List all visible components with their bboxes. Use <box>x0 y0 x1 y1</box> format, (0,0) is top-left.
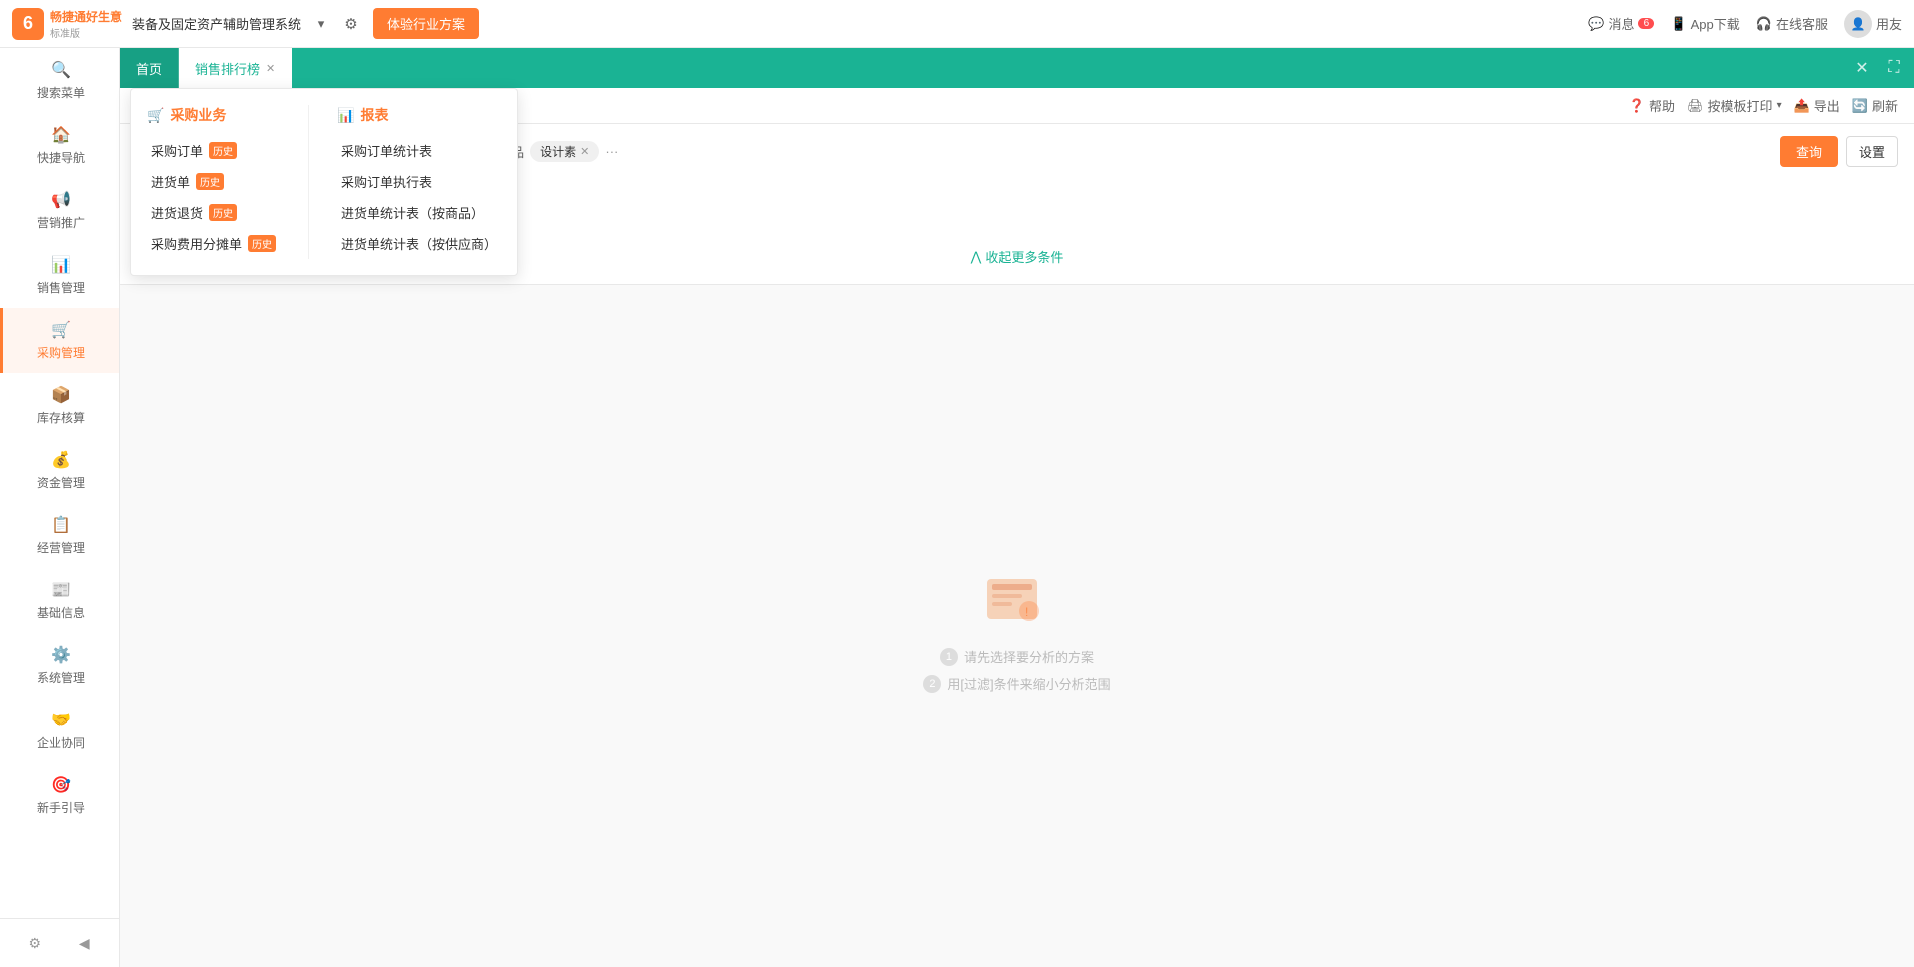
history-badge-0: 历史 <box>209 142 237 159</box>
sidebar: 🔍 搜索菜单 🏠 快捷导航 📢 营销推广 📊 销售管理 🛒 采购管理 📦 库存核… <box>0 48 120 967</box>
industry-btn[interactable]: 体验行业方案 <box>373 8 479 39</box>
marketing-icon: 📢 <box>51 190 71 210</box>
footer-collapse-btn[interactable]: ◀ <box>70 929 98 957</box>
empty-state: ! 1 请先选择要分析的方案 2 用[过滤]条件来缩小分析范围 <box>923 559 1110 693</box>
sidebar-item-marketing[interactable]: 📢 营销推广 <box>0 178 119 243</box>
dropdown-item-inbound-stats-goods[interactable]: 进货单统计表（按商品） <box>337 197 501 228</box>
svg-text:!: ! <box>1025 605 1028 619</box>
goods-tag: 设计素 ✕ <box>530 141 599 162</box>
print-btn[interactable]: 🖨 按模板打印 ▾ <box>1687 96 1782 115</box>
sales-icon: 📊 <box>51 255 71 275</box>
help-btn[interactable]: ❓ 帮助 <box>1629 96 1675 115</box>
header-right: 💬 消息 6 📱 App下载 🎧 在线客服 👤 用友 <box>1588 10 1902 38</box>
message-btn[interactable]: 💬 消息 6 <box>1588 14 1654 33</box>
history-badge-2: 历史 <box>209 204 237 221</box>
collab-icon: 🤝 <box>51 710 71 730</box>
goods-tag-close[interactable]: ✕ <box>580 145 589 158</box>
operation-icon: 📋 <box>51 515 71 535</box>
settings-icon[interactable]: ⚙ <box>337 10 365 38</box>
online-service-btn[interactable]: 🎧 在线客服 <box>1756 14 1828 33</box>
finance-icon: 💰 <box>51 450 71 470</box>
logo-text: 畅捷通好生意 标准版 <box>50 8 122 40</box>
phone-icon: 📱 <box>1670 16 1686 32</box>
tab-sales-rank[interactable]: 销售排行榜 ✕ <box>179 48 292 88</box>
step-2-num: 2 <box>923 675 941 693</box>
sidebar-item-collab[interactable]: 🤝 企业协同 <box>0 698 119 763</box>
dropdown-item-purchase-order[interactable]: 采购订单 历史 <box>147 135 280 166</box>
dropdown-item-expense[interactable]: 采购费用分摊单 历史 <box>147 228 280 259</box>
sidebar-item-sales[interactable]: 📊 销售管理 <box>0 243 119 308</box>
query-btn[interactable]: 查询 <box>1780 136 1838 167</box>
app-download-btn[interactable]: 📱 App下载 <box>1670 14 1739 33</box>
dropdown-item-po-stats[interactable]: 采购订单统计表 <box>337 135 501 166</box>
guide-icon: 🎯 <box>51 775 71 795</box>
logo-area: 6 畅捷通好生意 标准版 <box>12 8 132 40</box>
sidebar-item-finance[interactable]: 💰 资金管理 <box>0 438 119 503</box>
dropdown-item-po-exec[interactable]: 采购订单执行表 <box>337 166 501 197</box>
history-badge-1: 历史 <box>196 173 224 190</box>
tab-home[interactable]: 首页 <box>120 48 179 88</box>
avatar: 👤 <box>1844 10 1872 38</box>
sidebar-item-inventory[interactable]: 📦 库存核算 <box>0 373 119 438</box>
message-badge: 6 <box>1638 18 1654 29</box>
export-icon: 📤 <box>1794 98 1810 114</box>
goods-more-icon[interactable]: ··· <box>605 144 618 159</box>
dropdown-item-return[interactable]: 进货退货 历史 <box>147 197 280 228</box>
export-btn[interactable]: 📤 导出 <box>1794 96 1840 115</box>
purchase-col-title: 🛒 采购业务 <box>147 105 280 125</box>
chevron-up-icon: ⋀ <box>971 249 982 265</box>
purchase-col-icon: 🛒 <box>147 107 164 124</box>
empty-step-2: 2 用[过滤]条件来缩小分析范围 <box>923 674 1110 693</box>
filter-actions: 查询 设置 <box>1780 136 1898 167</box>
tab-close-icon[interactable]: ✕ <box>266 62 275 75</box>
system-icon: ⚙️ <box>51 645 71 665</box>
tab-bar-right: ✕ ⛶ <box>1850 56 1914 80</box>
empty-step-1: 1 请先选择要分析的方案 <box>940 647 1094 666</box>
home-icon: 🏠 <box>51 125 71 145</box>
print-dropdown-icon[interactable]: ▾ <box>1777 100 1782 111</box>
report-col-title: 📊 报表 <box>337 105 501 125</box>
history-badge-3: 历史 <box>248 235 276 252</box>
sidebar-item-purchase[interactable]: 🛒 采购管理 <box>0 308 119 373</box>
sidebar-item-search[interactable]: 🔍 搜索菜单 <box>0 48 119 113</box>
print-icon: 🖨 <box>1687 98 1704 114</box>
purchase-dropdown-menu: 🛒 采购业务 采购订单 历史 进货单 历史 进货退货 历史 采购费用分摊单 历史… <box>130 88 518 276</box>
dropdown-divider <box>308 105 309 259</box>
footer-settings-btn[interactable]: ⚙ <box>21 929 49 957</box>
step-1-num: 1 <box>940 648 958 666</box>
message-icon: 💬 <box>1588 16 1604 32</box>
sidebar-item-guide[interactable]: 🎯 新手引导 <box>0 763 119 828</box>
refresh-icon: 🔄 <box>1852 98 1868 114</box>
headset-icon: 🎧 <box>1756 16 1772 32</box>
sidebar-footer: ⚙ ◀ <box>0 918 119 967</box>
header-center: 装备及固定资产辅助管理系统 ▾ ⚙ 体验行业方案 <box>132 8 1588 39</box>
main-content: ! 1 请先选择要分析的方案 2 用[过滤]条件来缩小分析范围 <box>120 285 1914 967</box>
help-icon: ❓ <box>1629 98 1645 114</box>
dropdown-item-inbound[interactable]: 进货单 历史 <box>147 166 280 197</box>
basic-icon: 📰 <box>51 580 71 600</box>
user-btn[interactable]: 👤 用友 <box>1844 10 1902 38</box>
system-title: 装备及固定资产辅助管理系统 <box>132 14 301 33</box>
tab-close-btn[interactable]: ✕ <box>1850 56 1874 80</box>
report-col: 📊 报表 采购订单统计表 采购订单执行表 进货单统计表（按商品） 进货单统计表（… <box>337 105 501 259</box>
tab-bar: 首页 销售排行榜 ✕ ✕ ⛶ <box>120 48 1914 88</box>
top-header: 6 畅捷通好生意 标准版 装备及固定资产辅助管理系统 ▾ ⚙ 体验行业方案 💬 … <box>0 0 1914 48</box>
logo-icon: 6 <box>12 8 44 40</box>
refresh-btn[interactable]: 🔄 刷新 <box>1852 96 1898 115</box>
dropdown-arrow-icon[interactable]: ▾ <box>313 16 329 32</box>
search-icon: 🔍 <box>51 60 71 80</box>
dropdown-item-inbound-stats-supplier[interactable]: 进货单统计表（按供应商） <box>337 228 501 259</box>
sidebar-item-quicknav[interactable]: 🏠 快捷导航 <box>0 113 119 178</box>
purchase-icon: 🛒 <box>51 320 71 340</box>
inventory-icon: 📦 <box>51 385 71 405</box>
filter-settings-btn[interactable]: 设置 <box>1846 136 1898 167</box>
report-col-icon: 📊 <box>337 107 354 124</box>
sidebar-item-system[interactable]: ⚙️ 系统管理 <box>0 633 119 698</box>
sidebar-item-basic[interactable]: 📰 基础信息 <box>0 568 119 633</box>
purchase-col: 🛒 采购业务 采购订单 历史 进货单 历史 进货退货 历史 采购费用分摊单 历史 <box>147 105 280 259</box>
sidebar-item-operation[interactable]: 📋 经营管理 <box>0 503 119 568</box>
empty-illustration: ! <box>977 559 1057 639</box>
tab-expand-btn[interactable]: ⛶ <box>1882 56 1906 80</box>
